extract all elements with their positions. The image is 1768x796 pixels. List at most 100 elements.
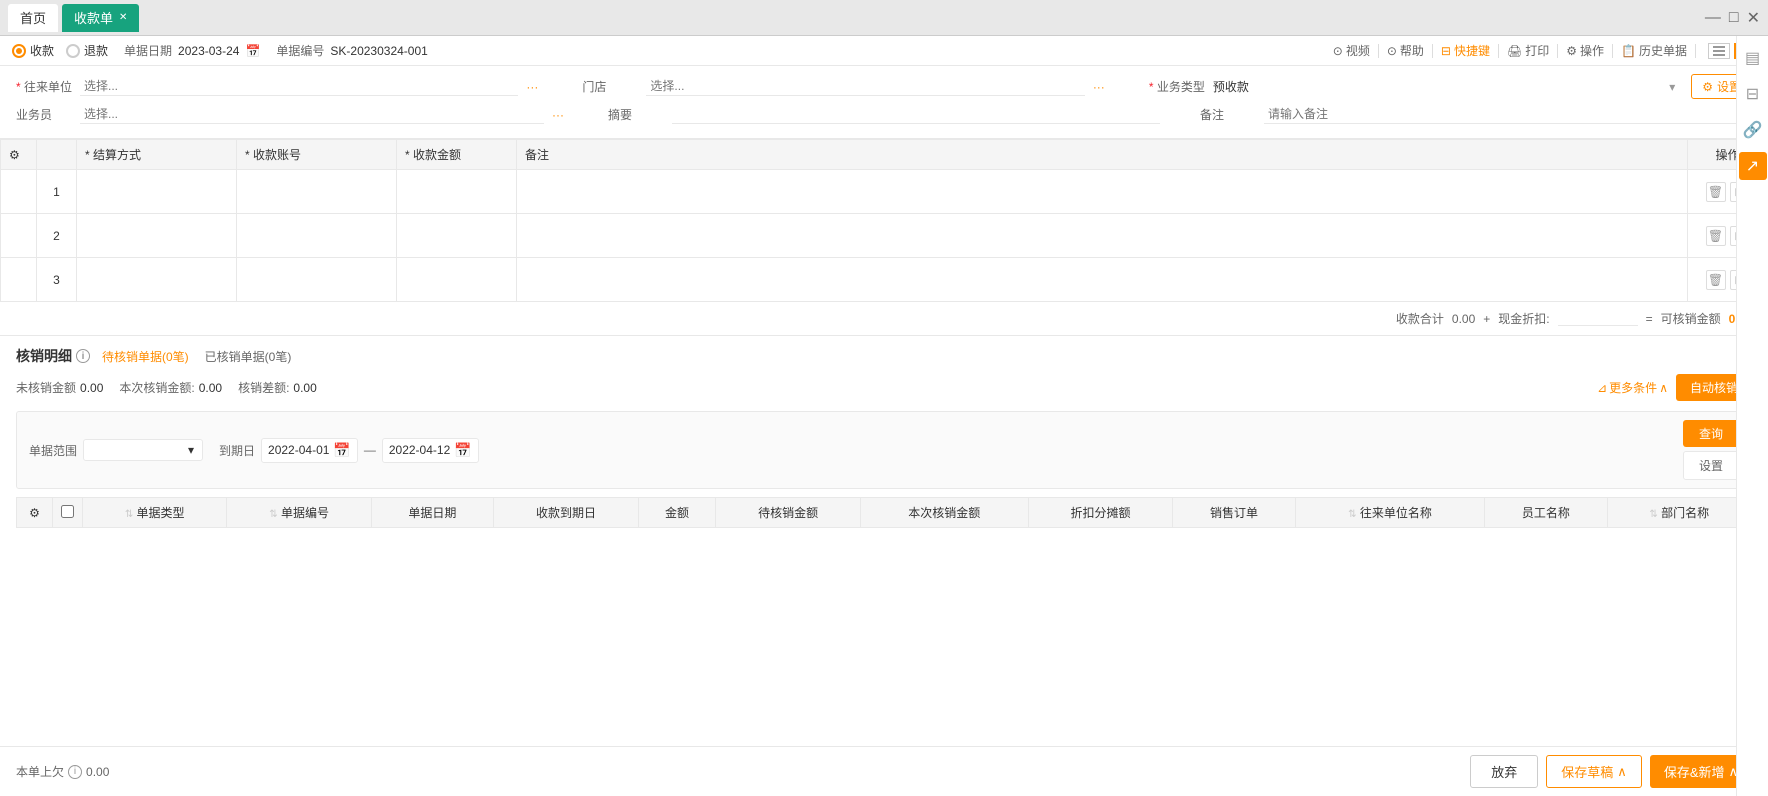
sidebar-icon-3[interactable]: 🔗	[1739, 116, 1767, 144]
row-delete-icon[interactable]: 🗑	[1706, 182, 1726, 202]
view-list-btn[interactable]	[1708, 43, 1730, 59]
tab-receipt-label: 收款单	[74, 8, 113, 27]
radio-group: 收款 退款	[12, 42, 108, 59]
verify-title: 核销明细 i	[16, 346, 90, 366]
divider5	[1612, 44, 1613, 58]
balance-info-icon[interactable]: i	[68, 765, 82, 779]
business-type-value: 预收款	[1213, 78, 1249, 95]
history-icon: 📋	[1621, 44, 1636, 58]
operation-btn[interactable]: ⚙ 操作	[1566, 42, 1604, 59]
btable-col-employee: 员工名称	[1485, 498, 1607, 528]
print-icon: 🖨	[1507, 44, 1522, 58]
filter-settings-button[interactable]: 设置	[1683, 451, 1739, 480]
help-btn[interactable]: ⊙ 帮助	[1387, 42, 1424, 59]
form-row-2: 业务员 ··· 摘要 备注	[16, 105, 1752, 124]
date-dash: —	[364, 443, 376, 457]
row-amount-cell[interactable]	[397, 214, 517, 258]
radio-refund[interactable]: 退款	[66, 42, 108, 59]
btable-col-amount: 金额	[638, 498, 715, 528]
plus-sign: +	[1483, 312, 1490, 326]
tab-receipt[interactable]: 收款单 ✕	[62, 4, 139, 32]
business-type-field: 业务类型 预收款 ▾	[1149, 78, 1675, 95]
tab-done[interactable]: 已核销单据(0笔)	[205, 348, 292, 365]
calendar-icon[interactable]: 📅	[245, 44, 260, 58]
discount-input[interactable]	[1558, 311, 1638, 326]
row-delete-icon[interactable]: 🗑	[1706, 270, 1726, 290]
maximize-btn[interactable]: □	[1729, 9, 1739, 27]
equals-sign: =	[1646, 312, 1653, 326]
video-label: 视频	[1346, 42, 1370, 59]
row-amount-cell[interactable]	[397, 258, 517, 302]
close-btn[interactable]: ✕	[1747, 8, 1760, 28]
number-value: SK-20230324-001	[330, 44, 427, 58]
row-notes-cell[interactable]	[517, 214, 1688, 258]
radio-collect[interactable]: 收款	[12, 42, 54, 59]
business-type-arrow-icon[interactable]: ▾	[1669, 80, 1675, 94]
range-select[interactable]: ▾	[83, 439, 203, 461]
summary-label: 摘要	[608, 106, 668, 123]
table-header-settings[interactable]: ⚙	[1, 140, 37, 170]
tab-pending[interactable]: 待核销单据(0笔)	[102, 348, 189, 365]
shortcut-btn[interactable]: ⊟ 快捷键	[1441, 42, 1490, 59]
due-date-start[interactable]: 2022-04-01 📅	[261, 438, 358, 463]
more-conditions-btn[interactable]: ⊿ 更多条件 ∧	[1597, 379, 1668, 396]
notes-label: 备注	[1200, 106, 1260, 123]
store-more-icon[interactable]: ···	[1089, 80, 1109, 94]
footer: 本单上欠 i 0.00 放弃 保存草稿 ∧ 保存&新增 ∧	[0, 746, 1768, 796]
sidebar-icon-2[interactable]: ⊟	[1739, 80, 1767, 108]
table-settings-icon[interactable]: ⚙	[9, 148, 20, 162]
btable-col-settings[interactable]: ⚙	[17, 498, 53, 528]
video-btn[interactable]: ⊙ 视频	[1333, 42, 1370, 59]
tab-close-icon[interactable]: ✕	[119, 12, 127, 23]
btable-col-no: ⇅ 单据编号	[227, 498, 371, 528]
operation-label: 操作	[1580, 42, 1604, 59]
tab-home[interactable]: 首页	[8, 4, 58, 32]
row-delete-icon[interactable]: 🗑	[1706, 226, 1726, 246]
filter-icon: ⊿	[1597, 381, 1607, 395]
history-btn[interactable]: 📋 历史单据	[1621, 42, 1687, 59]
minimize-btn[interactable]: —	[1705, 9, 1721, 27]
collect-total-value: 0.00	[1452, 312, 1475, 326]
table-row: 2 🗑 ⊞	[1, 214, 1768, 258]
store-input[interactable]	[646, 77, 1084, 96]
row-account-cell[interactable]	[237, 258, 397, 302]
bottom-table: ⚙ ⇅ 单据类型 ⇅ 单据编号	[16, 497, 1752, 528]
table-header-index	[37, 140, 77, 170]
sidebar-icon-4[interactable]: ↗	[1739, 152, 1767, 180]
salesperson-input[interactable]	[80, 105, 544, 124]
row-amount-cell[interactable]	[397, 170, 517, 214]
divider2	[1432, 44, 1433, 58]
btable-col-checkbox[interactable]	[53, 498, 83, 528]
row-payment-cell[interactable]	[77, 258, 237, 302]
due-date-field: 到期日 2022-04-01 📅 — 2022-04-12 📅	[219, 438, 479, 463]
save-draft-button[interactable]: 保存草稿 ∧	[1546, 755, 1642, 788]
abandon-button[interactable]: 放弃	[1470, 755, 1538, 788]
print-btn[interactable]: 🖨 打印	[1507, 42, 1549, 59]
store-field: 门店 ···	[582, 77, 1108, 96]
counterpart-more-icon[interactable]: ···	[522, 80, 542, 94]
settings-gear-icon: ⚙	[1702, 80, 1713, 94]
due-date-end[interactable]: 2022-04-12 📅	[382, 438, 479, 463]
row-account-cell[interactable]	[237, 214, 397, 258]
print-label: 打印	[1525, 42, 1549, 59]
current-stat: 本次核销金额: 0.00	[119, 379, 222, 396]
counterpart-input[interactable]	[80, 77, 518, 96]
btable-col-due: 收款到期日	[494, 498, 639, 528]
row-notes-cell[interactable]	[517, 170, 1688, 214]
row-payment-cell[interactable]	[77, 214, 237, 258]
notes-input[interactable]	[1264, 105, 1752, 124]
btable-settings-icon[interactable]: ⚙	[29, 506, 40, 520]
verify-right: ⊿ 更多条件 ∧ 自动核销	[1597, 374, 1752, 401]
row-notes-cell[interactable]	[517, 258, 1688, 302]
sidebar-icon-1[interactable]: ▤	[1739, 44, 1767, 72]
verify-info-icon[interactable]: i	[76, 349, 90, 363]
salesperson-field: 业务员 ···	[16, 105, 568, 124]
current-label: 本次核销金额:	[119, 379, 194, 396]
btable-checkbox-all[interactable]	[61, 505, 74, 518]
query-button[interactable]: 查询	[1683, 420, 1739, 447]
row-settings-cell	[1, 170, 37, 214]
salesperson-more-icon[interactable]: ···	[548, 108, 568, 122]
summary-input[interactable]	[672, 105, 1160, 124]
row-payment-cell[interactable]	[77, 170, 237, 214]
row-account-cell[interactable]	[237, 170, 397, 214]
